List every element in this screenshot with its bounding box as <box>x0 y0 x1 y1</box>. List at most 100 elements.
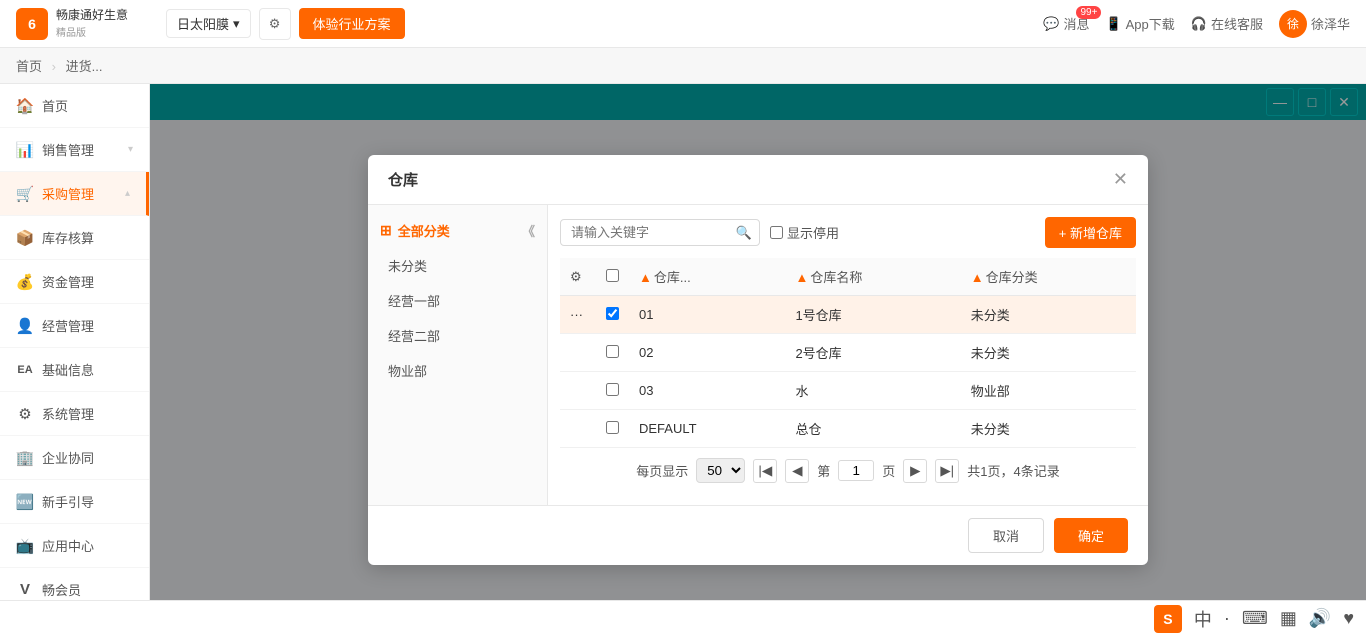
operations-icon: 👤 <box>16 317 34 335</box>
sub-header: 首页 › 进货... <box>0 48 1366 84</box>
sidebar-item-basic-info[interactable]: EA 基础信息 <box>0 348 149 392</box>
username-label: 徐泽华 <box>1311 14 1350 33</box>
page-end-label: 页 <box>882 461 895 480</box>
breadcrumb-home[interactable]: 首页 <box>16 59 42 74</box>
sidebar-label-guide: 新手引导 <box>42 492 94 511</box>
cat-all-header[interactable]: ⊞ 全部分类 《 <box>368 213 547 248</box>
show-disabled-label[interactable]: 显示停用 <box>770 223 839 242</box>
sidebar-item-home[interactable]: 🏠 首页 <box>0 84 149 128</box>
table-row[interactable]: DEFAULT 总仓 未分类 <box>560 410 1136 448</box>
sidebar-item-appcenter[interactable]: 📺 应用中心 <box>0 524 149 568</box>
row-gear-4 <box>560 410 596 448</box>
online-service-button[interactable]: 🎧 在线客服 <box>1191 14 1263 33</box>
taskbar-dot-icon[interactable]: · <box>1224 608 1230 629</box>
table-row[interactable]: 02 2号仓库 未分类 <box>560 334 1136 372</box>
taskbar-chinese-icon[interactable]: 中 <box>1194 606 1212 632</box>
row-checkbox-4[interactable] <box>606 421 619 434</box>
row-name-4: 总仓 <box>785 410 960 448</box>
search-input[interactable] <box>560 219 760 246</box>
cat-item-ops1[interactable]: 经营一部 <box>368 283 547 318</box>
sidebar-item-enterprise[interactable]: 🏢 企业协同 <box>0 436 149 480</box>
cat-item-ops2[interactable]: 经营二部 <box>368 318 547 353</box>
pagination-bar: 每页显示 50 |◀ ◀ 第 页 ▶ ▶| 共1页，4条记录 <box>560 448 1136 493</box>
logo-text-group: 畅康通好生意 精品版 <box>56 8 128 39</box>
sidebar-item-finance[interactable]: 💰 资金管理 <box>0 260 149 304</box>
sidebar-item-inventory[interactable]: 📦 库存核算 <box>0 216 149 260</box>
sidebar-label-inventory: 库存核算 <box>42 228 94 247</box>
cat-item-property[interactable]: 物业部 <box>368 353 547 388</box>
row-name-2: 2号仓库 <box>785 334 960 372</box>
modal-close-button[interactable]: ✕ <box>1113 169 1128 190</box>
sidebar-item-operations[interactable]: 👤 经营管理 <box>0 304 149 348</box>
breadcrumb-separator: › <box>52 59 56 74</box>
modal-header: 仓库 ✕ <box>368 155 1148 205</box>
taskbar-logo: S <box>1154 605 1182 633</box>
top-header: 6 畅康通好生意 精品版 日太阳膜 ▾ ⚙ 体验行业方案 💬 消息 99+ 📱 … <box>0 0 1366 48</box>
page-label: 第 <box>817 461 830 480</box>
select-all-checkbox[interactable] <box>606 269 619 282</box>
table-row[interactable]: 03 水 物业部 <box>560 372 1136 410</box>
cancel-button[interactable]: 取消 <box>968 518 1044 553</box>
grid-icon: ⊞ <box>380 222 392 239</box>
warehouse-table: ⚙ ▲仓库... ▲仓库名称 ▲仓库分类 ··· <box>560 258 1136 448</box>
sidebar-item-sales[interactable]: 📊 销售管理 ▾ <box>0 128 149 172</box>
cat-all-label: 全部分类 <box>398 221 450 240</box>
system-icon: ⚙ <box>16 405 34 423</box>
inventory-icon: 📦 <box>16 229 34 247</box>
branch-selector[interactable]: 日太阳膜 ▾ <box>166 9 251 38</box>
taskbar-heart-icon[interactable]: ♥ <box>1343 608 1354 629</box>
home-icon: 🏠 <box>16 97 34 115</box>
user-info[interactable]: 徐 徐泽华 <box>1279 10 1350 38</box>
taskbar-keyboard-icon[interactable]: ⌨ <box>1242 608 1268 629</box>
message-button[interactable]: 💬 消息 99+ <box>1043 14 1089 33</box>
col-checkbox <box>596 258 629 296</box>
sidebar-item-system[interactable]: ⚙ 系统管理 <box>0 392 149 436</box>
row-checkbox-2[interactable] <box>606 345 619 358</box>
col-category: ▲仓库分类 <box>961 258 1136 296</box>
enterprise-icon: 🏢 <box>16 449 34 467</box>
page-first-button[interactable]: |◀ <box>753 459 777 483</box>
show-disabled-checkbox[interactable] <box>770 226 783 239</box>
page-last-button[interactable]: ▶| <box>935 459 959 483</box>
main-layout: 🏠 首页 📊 销售管理 ▾ 🛒 采购管理 ▴ 📦 库存核算 💰 资金管理 👤 经… <box>0 84 1366 636</box>
page-size-select[interactable]: 50 <box>696 458 745 483</box>
row-name-1: 1号仓库 <box>785 296 960 334</box>
message-icon: 💬 <box>1043 16 1059 32</box>
page-prev-button[interactable]: ◀ <box>785 459 809 483</box>
app-download-button[interactable]: 📱 App下载 <box>1105 14 1174 33</box>
sidebar-label-system: 系统管理 <box>42 404 94 423</box>
page-next-button[interactable]: ▶ <box>903 459 927 483</box>
guide-icon: 🆕 <box>16 493 34 511</box>
purchase-expand-icon: ▴ <box>125 188 130 199</box>
headset-icon: 🎧 <box>1191 16 1207 32</box>
row-gear-1: ··· <box>560 296 596 334</box>
taskbar-grid-icon[interactable]: ▦ <box>1280 608 1297 629</box>
cat-item-unclassified[interactable]: 未分类 <box>368 248 547 283</box>
appcenter-icon: 📺 <box>16 537 34 555</box>
confirm-button[interactable]: 确定 <box>1054 518 1128 553</box>
message-badge: 99+ <box>1076 6 1101 19</box>
add-warehouse-button[interactable]: + 新增仓库 <box>1045 217 1136 248</box>
purchase-icon: 🛒 <box>16 185 34 203</box>
taskbar-volume-icon[interactable]: 🔊 <box>1309 608 1331 629</box>
sidebar-item-guide[interactable]: 🆕 新手引导 <box>0 480 149 524</box>
sidebar-label-enterprise: 企业协同 <box>42 448 94 467</box>
settings-button[interactable]: ⚙ <box>259 8 291 40</box>
sidebar-label-appcenter: 应用中心 <box>42 536 94 555</box>
page-number-input[interactable] <box>838 460 874 481</box>
search-icon[interactable]: 🔍 <box>736 225 752 241</box>
row-checkbox-3[interactable] <box>606 383 619 396</box>
cat-collapse-icon[interactable]: 《 <box>522 221 535 240</box>
modal-title: 仓库 <box>388 169 418 190</box>
content-area: — □ ✕ 仓库 ✕ ⊞ 全部分类 <box>150 84 1366 636</box>
sidebar-label-purchase: 采购管理 <box>42 184 94 203</box>
sidebar-item-purchase[interactable]: 🛒 采购管理 ▴ <box>0 172 149 216</box>
breadcrumb-current: 进货... <box>66 59 103 74</box>
sidebar: 🏠 首页 📊 销售管理 ▾ 🛒 采购管理 ▴ 📦 库存核算 💰 资金管理 👤 经… <box>0 84 150 636</box>
row-gear-3 <box>560 372 596 410</box>
table-row[interactable]: ··· 01 1号仓库 未分类 <box>560 296 1136 334</box>
table-scroll: ⚙ ▲仓库... ▲仓库名称 ▲仓库分类 ··· <box>560 258 1136 448</box>
app-logo: 6 <box>16 8 48 40</box>
industry-btn[interactable]: 体验行业方案 <box>299 8 405 39</box>
row-checkbox-1[interactable] <box>606 307 619 320</box>
